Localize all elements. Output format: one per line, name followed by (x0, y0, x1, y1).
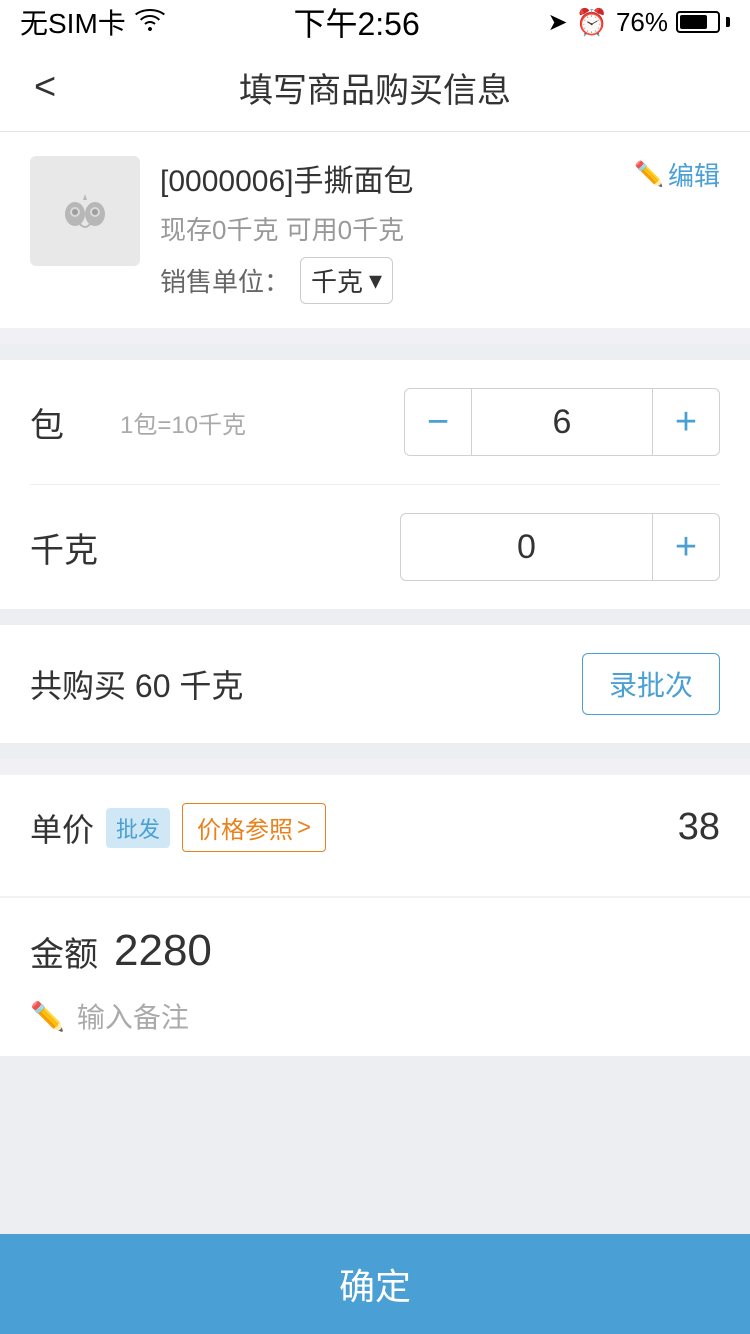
remark-text: 输入备注 (77, 996, 189, 1036)
bao-minus-button[interactable]: − (404, 388, 472, 456)
pencil-icon: ✏️ (30, 1000, 65, 1033)
price-value: 38 (678, 806, 720, 849)
nav-bar: < 填写商品购买信息 (0, 44, 750, 132)
status-time: 下午2:56 (293, 0, 419, 45)
amount-label: 金额 (30, 927, 98, 976)
product-name: [0000006]手撕面包 (160, 156, 413, 200)
edit-button[interactable]: ✏️ 编辑 (634, 156, 720, 193)
product-info: [0000006]手撕面包 ✏️ 编辑 现存0千克 可用0千克 销售单位： 千克… (160, 156, 720, 304)
chevron-right-icon: > (297, 814, 311, 842)
bao-qty-input[interactable] (472, 388, 652, 456)
divider-2 (0, 609, 750, 625)
batch-button[interactable]: 录批次 (582, 653, 720, 715)
status-right: ➤ ⏰ 76% (547, 7, 730, 38)
bao-plus-button[interactable]: + (652, 388, 720, 456)
divider-1 (0, 344, 750, 360)
amount-row: 金额 2280 (30, 926, 720, 976)
status-bar: 无SIM卡 下午2:56 ➤ ⏰ 76% (0, 0, 750, 44)
product-unit-row: 销售单位： 千克 ▾ (160, 257, 720, 304)
price-section: 单价 批发 价格参照 > 38 (0, 775, 750, 896)
battery-text: 76% (616, 7, 668, 38)
status-left: 无SIM卡 (20, 2, 166, 42)
unit-select[interactable]: 千克 ▾ (300, 257, 393, 304)
page-title: 填写商品购买信息 (239, 63, 511, 112)
amount-value: 2280 (114, 926, 212, 976)
amount-section: 金额 2280 ✏️ 输入备注 (0, 898, 750, 1056)
product-thumbnail (30, 156, 140, 266)
divider-3 (0, 743, 750, 759)
confirm-button[interactable]: 确定 (0, 1234, 750, 1334)
location-icon: ➤ (547, 8, 567, 37)
pifa-badge: 批发 (106, 808, 170, 848)
carrier-text: 无SIM卡 (20, 2, 126, 42)
qianke-input-row: 千克 + (30, 485, 720, 609)
input-section: 包 1包=10千克 − + 千克 + (0, 360, 750, 609)
battery-icon (676, 11, 730, 33)
product-stock: 现存0千克 可用0千克 (160, 210, 720, 247)
bao-label: 包 (30, 398, 110, 447)
price-ref-button[interactable]: 价格参照 > (182, 803, 326, 852)
edit-icon: ✏️ (634, 160, 664, 189)
price-left: 单价 批发 价格参照 > (30, 803, 326, 852)
empty-space (0, 1056, 750, 1234)
qianke-plus-button[interactable]: + (652, 513, 720, 581)
unit-label: 销售单位： (160, 262, 290, 299)
bao-input-row: 包 1包=10千克 − + (30, 360, 720, 485)
total-row: 共购买 60 千克 录批次 (0, 625, 750, 743)
qianke-qty-input[interactable] (400, 513, 652, 581)
bao-controls: − + (404, 388, 720, 456)
wifi-icon (134, 6, 166, 38)
alarm-icon: ⏰ (576, 7, 608, 38)
back-button[interactable]: < (24, 56, 66, 119)
price-row: 单价 批发 价格参照 > 38 (30, 803, 720, 852)
price-label: 单价 (30, 805, 94, 851)
qianke-controls: + (400, 513, 720, 581)
remark-row[interactable]: ✏️ 输入备注 (30, 996, 720, 1036)
product-card: [0000006]手撕面包 ✏️ 编辑 现存0千克 可用0千克 销售单位： 千克… (0, 132, 750, 328)
total-text: 共购买 60 千克 (30, 661, 243, 707)
dropdown-arrow-icon: ▾ (369, 265, 382, 296)
bao-sublabel: 1包=10千克 (120, 405, 404, 440)
qianke-label: 千克 (30, 523, 110, 572)
